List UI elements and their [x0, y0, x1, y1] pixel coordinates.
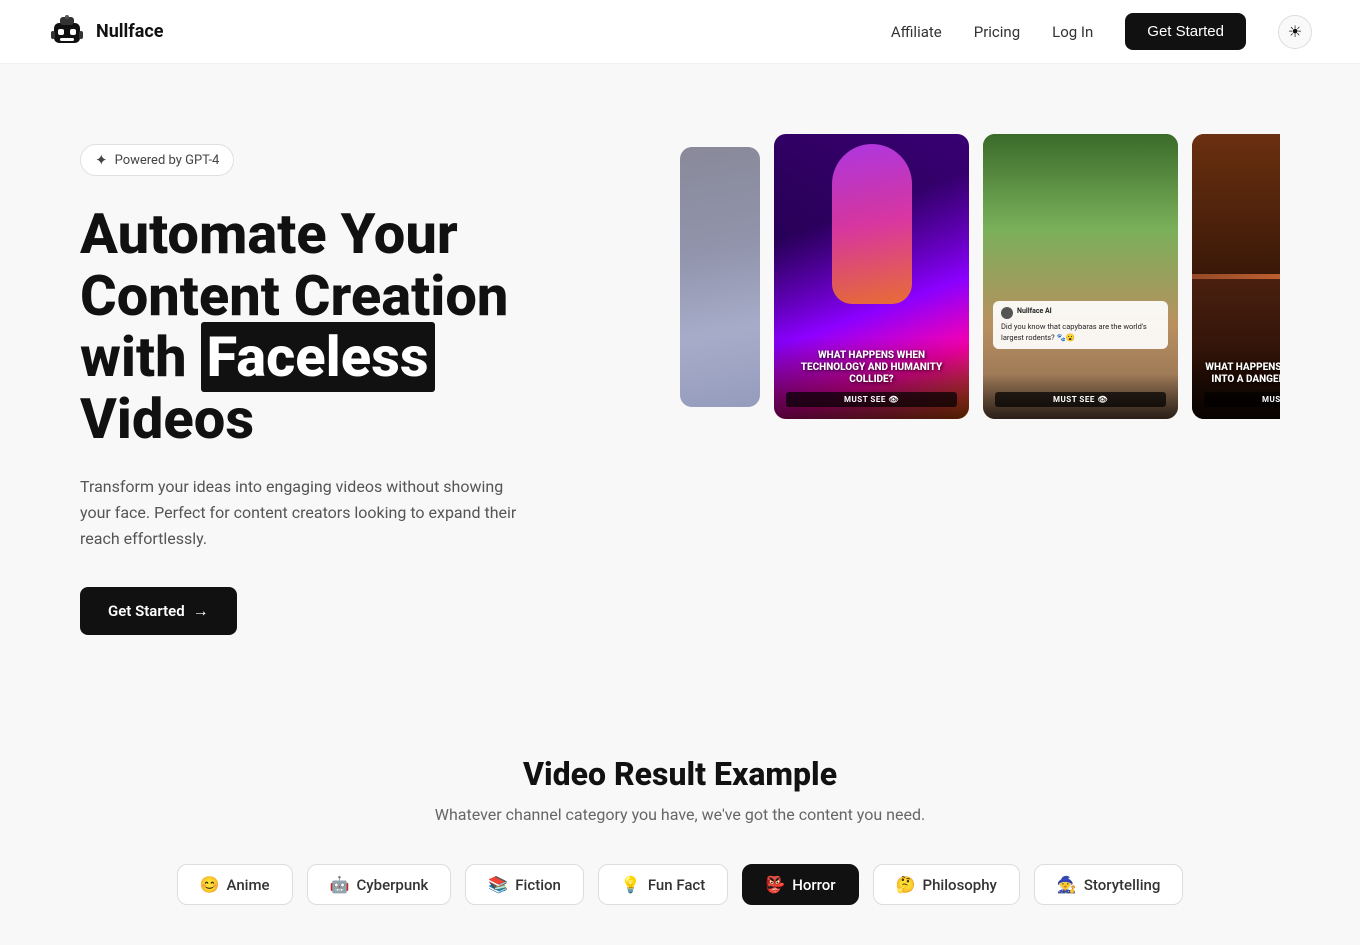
logo-link[interactable]: Nullface [48, 13, 163, 51]
video-card-romance: WHAT HAPPENS WHEN LOVE TURNS INTO A DANG… [1192, 134, 1280, 419]
card-title-romance: WHAT HAPPENS WHEN LOVE TURNS INTO A DANG… [1204, 362, 1280, 386]
pill-cyberpunk[interactable]: 🤖 Cyberpunk [307, 864, 452, 905]
hero-left-content: ✦ Powered by GPT-4 Automate Your Content… [80, 124, 630, 635]
theme-toggle-button[interactable]: ☀ [1278, 15, 1312, 49]
sun-icon: ☀ [1288, 22, 1302, 41]
hero-title-line2: Content Creation [80, 263, 508, 329]
nav-get-started-button[interactable]: Get Started [1125, 13, 1246, 50]
card-overlay-3: WHAT HAPPENS WHEN LOVE TURNS INTO A DANG… [1192, 350, 1280, 419]
card-badge-capybara: MUST SEE 👁 [995, 392, 1166, 407]
logo-text: Nullface [96, 21, 163, 42]
video-card-capybara: Nullface AI Did you know that capybaras … [983, 134, 1178, 419]
pill-philosophy-emoji: 🤔 [896, 875, 916, 894]
nav-pricing[interactable]: Pricing [974, 23, 1020, 41]
nav-login[interactable]: Log In [1052, 23, 1093, 41]
pill-philosophy-label: Philosophy [923, 876, 997, 894]
pill-anime-emoji: 😊 [200, 875, 220, 894]
pill-storytelling[interactable]: 🧙 Storytelling [1034, 864, 1183, 905]
pill-cyberpunk-emoji: 🤖 [330, 875, 350, 894]
girl-silhouette [832, 144, 912, 304]
hero-title-highlight: Faceless [201, 322, 435, 392]
card-figure [774, 134, 969, 314]
hero-btn-label: Get Started [108, 602, 185, 620]
tweet-text: Did you know that capybaras are the worl… [1001, 322, 1160, 343]
nav-affiliate[interactable]: Affiliate [891, 23, 942, 41]
logo-icon [48, 13, 86, 51]
hero-subtitle: Transform your ideas into engaging video… [80, 474, 520, 551]
section2-title: Video Result Example [80, 755, 1280, 793]
pill-fiction[interactable]: 📚 Fiction [465, 864, 584, 905]
pill-storytelling-emoji: 🧙 [1057, 875, 1077, 894]
pill-fiction-label: Fiction [515, 876, 561, 894]
video-result-section: Video Result Example Whatever channel ca… [0, 695, 1360, 945]
card-badge-cyberpunk: MUST SEE 👁 [786, 392, 957, 407]
tweet-avatar-row: Nullface AI [1001, 307, 1160, 319]
pill-horror[interactable]: 👺 Horror [742, 864, 858, 905]
hero-title: Automate Your Content Creation with Face… [80, 204, 630, 450]
pill-philosophy[interactable]: 🤔 Philosophy [873, 864, 1020, 905]
arrow-icon: → [193, 601, 209, 621]
nav-links: Affiliate Pricing Log In Get Started ☀ [891, 13, 1312, 50]
powered-badge: ✦ Powered by GPT-4 [80, 144, 234, 176]
romance-bg-top [1192, 134, 1280, 274]
pill-anime-label: Anime [227, 876, 270, 894]
card-overlay-2: MUST SEE 👁 [983, 374, 1178, 419]
video-card-cyberpunk: WHAT HAPPENS WHEN TECHNOLOGY AND HUMANIT… [774, 134, 969, 419]
hero-section: ✦ Powered by GPT-4 Automate Your Content… [0, 64, 1360, 695]
pill-horror-label: Horror [792, 876, 835, 894]
card-badge-romance: MUST SEE 👁 [1204, 392, 1280, 407]
pill-fun-fact-emoji: 💡 [621, 875, 641, 894]
tweet-user: Nullface AI [1017, 307, 1052, 317]
pill-fiction-emoji: 📚 [488, 875, 508, 894]
category-pills-container: 😊 Anime 🤖 Cyberpunk 📚 Fiction 💡 Fun Fact… [80, 864, 1280, 905]
pill-fun-fact[interactable]: 💡 Fun Fact [598, 864, 728, 905]
section2-subtitle: Whatever channel category you have, we'v… [80, 805, 1280, 824]
hero-get-started-button[interactable]: Get Started → [80, 587, 237, 635]
pill-horror-emoji: 👺 [765, 875, 785, 894]
card-overlay-1: WHAT HAPPENS WHEN TECHNOLOGY AND HUMANIT… [774, 338, 969, 419]
navbar: Nullface Affiliate Pricing Log In Get St… [0, 0, 1360, 64]
badge-label: Powered by GPT-4 [115, 153, 220, 168]
card-tweet: Nullface AI Did you know that capybaras … [993, 301, 1168, 349]
pill-cyberpunk-label: Cyberpunk [357, 876, 429, 894]
hero-title-line4: Videos [80, 386, 254, 452]
pill-fun-fact-label: Fun Fact [648, 876, 705, 894]
hero-title-pre: with [80, 324, 201, 390]
pill-storytelling-label: Storytelling [1084, 876, 1161, 894]
card-title-cyberpunk: WHAT HAPPENS WHEN TECHNOLOGY AND HUMANIT… [786, 350, 957, 386]
hero-video-cards: WHAT HAPPENS WHEN TECHNOLOGY AND HUMANIT… [670, 124, 1280, 419]
gpt-icon: ✦ [95, 151, 108, 169]
pill-anime[interactable]: 😊 Anime [177, 864, 293, 905]
hero-title-line1: Automate Your [80, 201, 458, 267]
video-card-preview [680, 147, 760, 407]
tweet-avatar [1001, 307, 1013, 319]
